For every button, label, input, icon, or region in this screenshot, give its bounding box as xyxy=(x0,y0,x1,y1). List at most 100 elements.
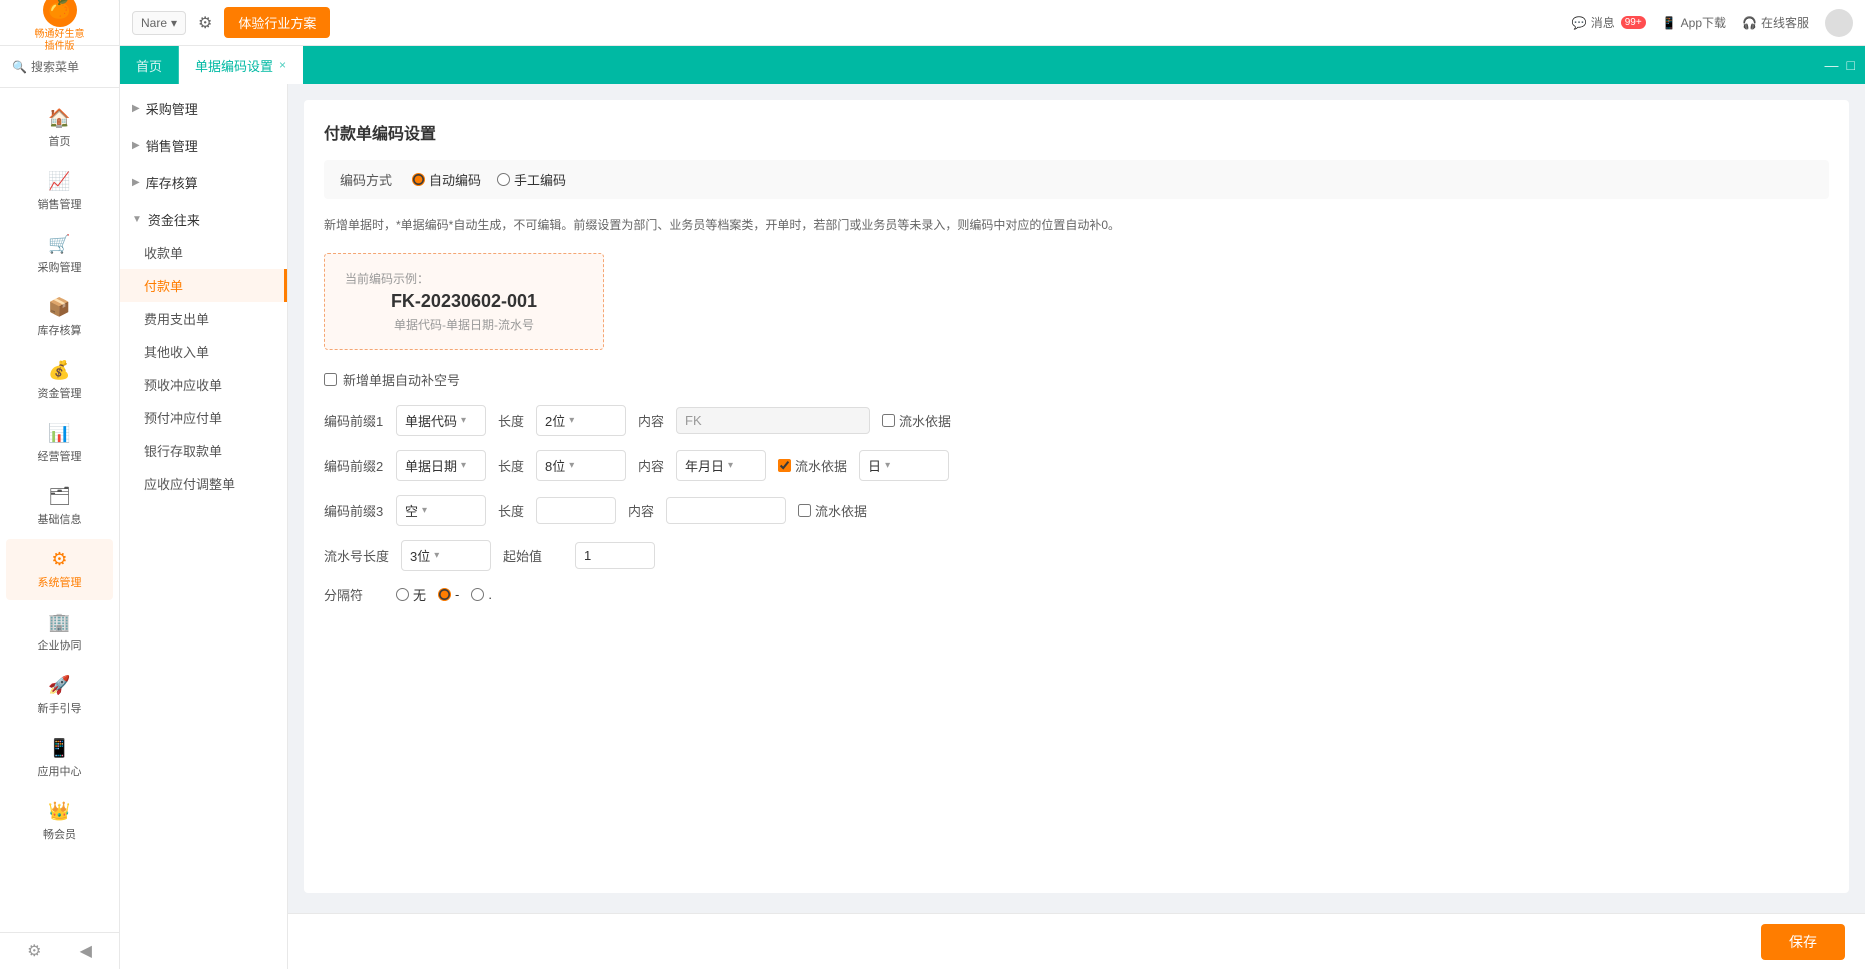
sub-menu-item-payment[interactable]: 付款单 xyxy=(120,269,287,302)
chevron-right-icon3: ▶ xyxy=(132,177,140,188)
tab-close-icon[interactable]: × xyxy=(279,58,286,72)
search-menu-label: 搜索菜单 xyxy=(31,58,79,75)
prefix1-select[interactable]: 单据代码 ▾ xyxy=(396,405,486,436)
sidebar-item-finance[interactable]: 💰 资金管理 xyxy=(6,350,113,411)
auto-fill-label: 新增单据自动补空号 xyxy=(343,370,460,389)
length3-input[interactable] xyxy=(536,497,616,524)
sidebar-item-appstore-label: 应用中心 xyxy=(38,763,82,779)
encoding-radio-group: 自动编码 手工编码 xyxy=(412,170,566,189)
sidebar-item-operation[interactable]: 📊 经营管理 xyxy=(6,413,113,474)
waterfall2-checkbox-label[interactable]: 流水依据 xyxy=(778,456,847,475)
waterfall3-checkbox[interactable] xyxy=(798,504,811,517)
sub-menu-item-receipt[interactable]: 收款单 xyxy=(120,236,287,269)
main-tabs: 首页 单据编码设置 × — □ xyxy=(120,46,1865,84)
sep-dot-option[interactable]: . xyxy=(471,587,492,602)
waterfall1-checkbox[interactable] xyxy=(882,414,895,427)
save-button[interactable]: 保存 xyxy=(1761,924,1845,960)
tab-home[interactable]: 首页 xyxy=(120,46,179,84)
industry-button[interactable]: 体验行业方案 xyxy=(224,7,330,38)
sidebar-item-vip[interactable]: 👑 畅会员 xyxy=(6,791,113,852)
manual-encoding-radio[interactable] xyxy=(497,173,510,186)
waterfall2-checkbox[interactable] xyxy=(778,459,791,472)
preview-desc: 单据代码-单据日期-流水号 xyxy=(345,316,583,333)
tab-maximize-icon[interactable]: □ xyxy=(1847,57,1855,73)
message-icon: 💬 xyxy=(1572,16,1587,30)
length3-label: 长度 xyxy=(498,501,524,520)
user-avatar[interactable] xyxy=(1825,9,1853,37)
content3-label: 内容 xyxy=(628,501,654,520)
system-icon: ⚙ xyxy=(51,549,67,570)
sidebar-settings-icon[interactable]: ⚙ xyxy=(27,941,41,961)
prefix3-chevron: ▾ xyxy=(422,505,427,516)
sub-menu-item-prepay-recv[interactable]: 预收冲应收单 xyxy=(120,368,287,401)
prepay-pay-label: 预付冲应付单 xyxy=(144,411,222,426)
sep-dash-radio[interactable] xyxy=(438,588,451,601)
sub-menu-sales-label: 销售管理 xyxy=(146,136,198,155)
chevron-down-icon2: ▼ xyxy=(132,214,142,225)
manual-encoding-option[interactable]: 手工编码 xyxy=(497,170,566,189)
sidebar-collapse-icon[interactable]: ◀ xyxy=(80,941,92,961)
adjust-label: 应收应付调整单 xyxy=(144,477,235,492)
sidebar-item-enterprise[interactable]: 🏢 企业协同 xyxy=(6,602,113,663)
prefix3-select[interactable]: 空 ▾ xyxy=(396,495,486,526)
app-download-label: App下载 xyxy=(1681,14,1726,31)
sub-menu-item-bank[interactable]: 银行存取款单 xyxy=(120,434,287,467)
expense-label: 费用支出单 xyxy=(144,312,209,327)
auto-fill-checkbox[interactable] xyxy=(324,373,337,386)
left-sidebar: 🍊 畅通好生意 插件版 🔍 搜索菜单 🏠 首页 📈 销售管理 🛒 采购管理 📦 … xyxy=(0,0,120,969)
tab-encoding-settings[interactable]: 单据编码设置 × xyxy=(179,46,303,84)
content3-input[interactable] xyxy=(666,497,786,524)
sidebar-item-purchase[interactable]: 🛒 采购管理 xyxy=(6,224,113,285)
waterfall3-checkbox-label[interactable]: 流水依据 xyxy=(798,501,867,520)
encoding-method-label: 编码方式 xyxy=(340,170,392,189)
settings-icon[interactable]: ⚙ xyxy=(194,9,216,37)
online-service-button[interactable]: 🎧 在线客服 xyxy=(1742,14,1809,31)
sub-menu-header-purchase[interactable]: ▶ 采购管理 xyxy=(120,92,287,125)
sub-menu-item-other-income[interactable]: 其他收入单 xyxy=(120,335,287,368)
serial-length-select[interactable]: 3位 ▾ xyxy=(401,540,491,571)
receipt-label: 收款单 xyxy=(144,246,183,261)
start-value-label: 起始值 xyxy=(503,546,563,565)
length1-select[interactable]: 2位 ▾ xyxy=(536,405,626,436)
sep-dash-option[interactable]: - xyxy=(438,587,459,602)
sidebar-item-system-label: 系统管理 xyxy=(38,574,82,590)
sidebar-item-purchase-label: 采购管理 xyxy=(38,259,82,275)
sep-dot-radio[interactable] xyxy=(471,588,484,601)
search-menu-button[interactable]: 🔍 搜索菜单 xyxy=(8,54,111,79)
auto-encoding-label: 自动编码 xyxy=(429,170,481,189)
sep-dash-label: - xyxy=(455,587,459,602)
content1-input xyxy=(676,407,870,434)
waterfall2-unit-select[interactable]: 日 ▾ xyxy=(859,450,949,481)
prefix2-select[interactable]: 单据日期 ▾ xyxy=(396,450,486,481)
length2-chevron: ▾ xyxy=(569,460,574,471)
company-selector[interactable]: Nare ▾ xyxy=(132,11,186,35)
sub-menu-item-prepay-pay[interactable]: 预付冲应付单 xyxy=(120,401,287,434)
auto-encoding-radio[interactable] xyxy=(412,173,425,186)
sub-menu-item-expense[interactable]: 费用支出单 xyxy=(120,302,287,335)
sub-menu-header-sales[interactable]: ▶ 销售管理 xyxy=(120,129,287,162)
sidebar-item-basic[interactable]: 🗂 基础信息 xyxy=(6,476,113,537)
sep-none-radio[interactable] xyxy=(396,588,409,601)
start-value-input[interactable] xyxy=(575,542,655,569)
length2-select[interactable]: 8位 ▾ xyxy=(536,450,626,481)
content2-select[interactable]: 年月日 ▾ xyxy=(676,450,766,481)
sub-menu-header-funds[interactable]: ▼ 资金往来 xyxy=(120,203,287,236)
message-button[interactable]: 💬 消息 99+ xyxy=(1572,14,1646,31)
header-right: 💬 消息 99+ 📱 App下载 🎧 在线客服 xyxy=(1572,9,1853,37)
sidebar-item-sales[interactable]: 📈 销售管理 xyxy=(6,161,113,222)
sidebar-item-system[interactable]: ⚙ 系统管理 xyxy=(6,539,113,600)
sidebar-item-guide[interactable]: 🚀 新手引导 xyxy=(6,665,113,726)
tab-minimize-icon[interactable]: — xyxy=(1825,57,1839,73)
sidebar-item-home[interactable]: 🏠 首页 xyxy=(6,98,113,159)
sub-menu-item-adjust[interactable]: 应收应付调整单 xyxy=(120,467,287,500)
sidebar-item-inventory[interactable]: 📦 库存核算 xyxy=(6,287,113,348)
auto-encoding-option[interactable]: 自动编码 xyxy=(412,170,481,189)
message-badge: 99+ xyxy=(1621,16,1646,29)
waterfall1-checkbox-label[interactable]: 流水依据 xyxy=(882,411,951,430)
sep-none-option[interactable]: 无 xyxy=(396,585,426,604)
chevron-right-icon2: ▶ xyxy=(132,140,140,151)
sub-menu-header-inventory[interactable]: ▶ 库存核算 xyxy=(120,166,287,199)
content2-label: 内容 xyxy=(638,456,664,475)
app-download-button[interactable]: 📱 App下载 xyxy=(1662,14,1726,31)
sidebar-item-appstore[interactable]: 📱 应用中心 xyxy=(6,728,113,789)
